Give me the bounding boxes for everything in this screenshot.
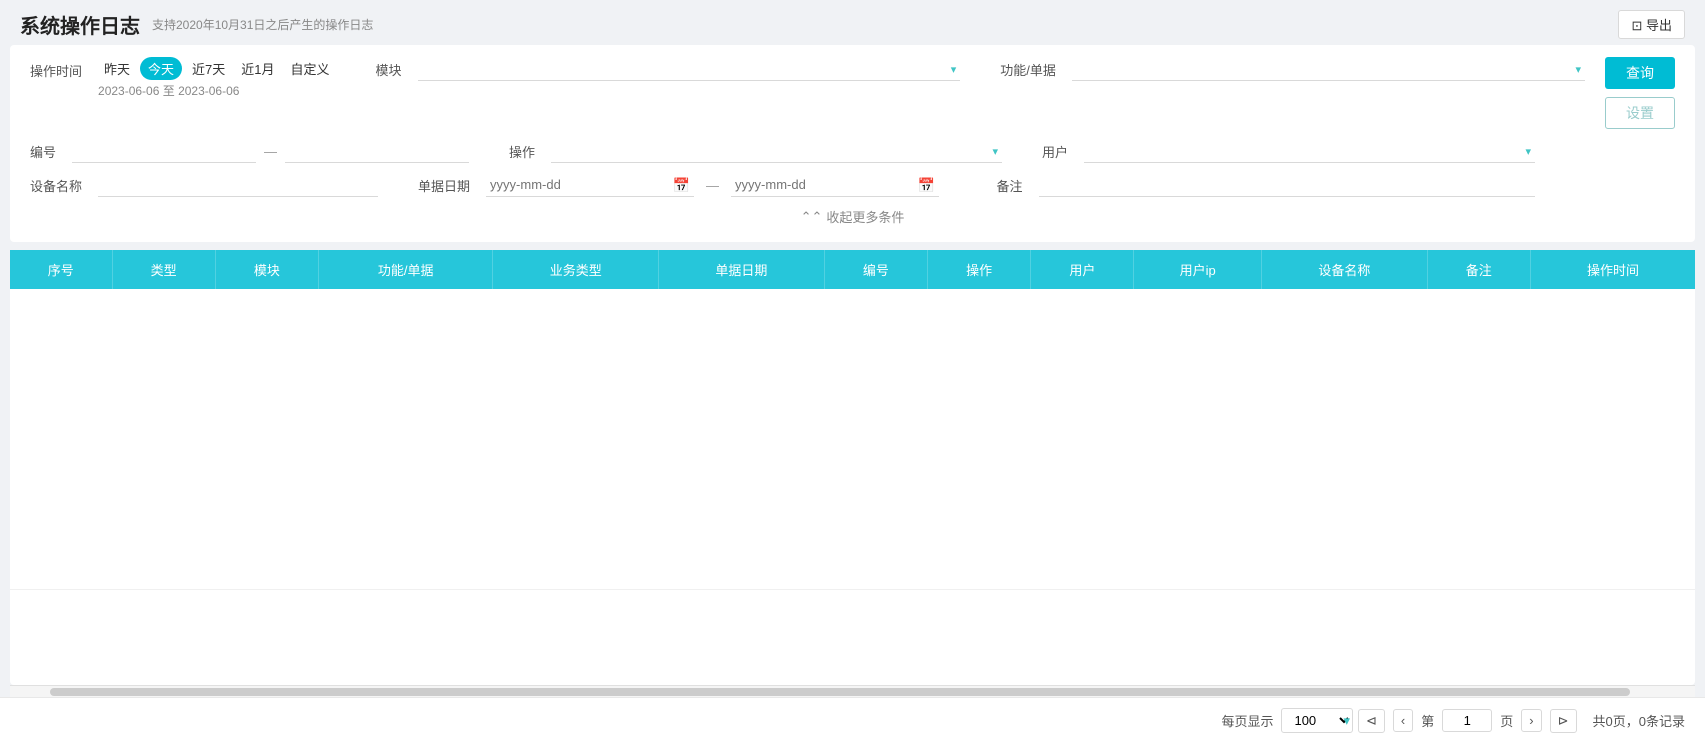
collapse-button[interactable]: ⌃⌃ 收起更多条件 [801, 207, 905, 226]
main-content: 序号 类型 模块 功能/单据 业务类型 单据日期 编号 操作 用户 用户ip 设… [10, 250, 1695, 685]
col-module: 模块 [215, 250, 318, 289]
page-subtitle: 支持2020年10月31日之后产生的操作日志 [152, 16, 373, 33]
filter-panel: 操作时间 昨天 今天 近7天 近1月 自定义 2023-06-06 至 2023… [10, 45, 1695, 242]
time-btn-7days[interactable]: 近7天 [186, 57, 231, 80]
col-function: 功能/单据 [319, 250, 493, 289]
date-from-input[interactable] [486, 173, 694, 197]
col-user-ip: 用户ip [1134, 250, 1262, 289]
empty-cell [10, 289, 1695, 589]
date-label: 单据日期 [418, 176, 478, 195]
time-btn-yesterday[interactable]: 昨天 [98, 57, 136, 80]
prev-page-button[interactable]: ‹ [1393, 709, 1413, 732]
time-btn-custom[interactable]: 自定义 [285, 57, 336, 80]
first-page-button[interactable]: ⊲ [1358, 709, 1385, 733]
operation-select[interactable] [551, 139, 1002, 163]
col-seq: 序号 [10, 250, 112, 289]
settings-button[interactable]: 设置 [1605, 97, 1675, 129]
function-select[interactable] [1072, 57, 1585, 81]
last-page-button[interactable]: ⊳ [1550, 709, 1577, 733]
col-number: 编号 [824, 250, 927, 289]
table-header: 序号 类型 模块 功能/单据 业务类型 单据日期 编号 操作 用户 用户ip 设… [10, 250, 1695, 289]
col-remark: 备注 [1427, 250, 1530, 289]
query-button[interactable]: 查询 [1605, 57, 1675, 89]
user-select[interactable] [1084, 139, 1535, 163]
time-btn-today[interactable]: 今天 [140, 57, 182, 80]
function-label: 功能/单据 [1000, 60, 1064, 79]
per-page-select[interactable]: 50 100 200 500 [1281, 708, 1353, 733]
time-range: 2023-06-06 至 2023-06-06 [98, 82, 336, 99]
empty-row [10, 289, 1695, 589]
collapse-bar: ⌃⌃ 收起更多条件 [30, 201, 1675, 230]
export-button[interactable]: ⊡ 导出 [1618, 10, 1685, 39]
col-operation: 操作 [927, 250, 1030, 289]
col-device: 设备名称 [1261, 250, 1427, 289]
page-title: 系统操作日志 [20, 10, 140, 39]
number-to-input[interactable] [285, 139, 469, 163]
collapse-text: 收起更多条件 [826, 207, 904, 226]
device-label: 设备名称 [30, 176, 90, 195]
remark-input[interactable] [1039, 173, 1535, 197]
number-dash: — [264, 144, 277, 159]
user-label: 用户 [1042, 142, 1076, 161]
module-label: 模块 [376, 60, 410, 79]
remark-label: 备注 [997, 176, 1031, 195]
time-btn-1month[interactable]: 近1月 [235, 57, 280, 80]
time-label: 操作时间 [30, 61, 90, 80]
col-op-time: 操作时间 [1530, 250, 1695, 289]
table-body [10, 289, 1695, 589]
calendar-to-icon[interactable]: 📅 [918, 177, 935, 194]
horizontal-scrollbar[interactable] [10, 685, 1695, 697]
time-btn-group: 昨天 今天 近7天 近1月 自定义 [98, 57, 336, 80]
scroll-thumb[interactable] [50, 688, 1630, 696]
col-doc-date: 单据日期 [659, 250, 825, 289]
number-from-input[interactable] [72, 139, 256, 163]
col-user: 用户 [1031, 250, 1134, 289]
next-page-button[interactable]: › [1521, 709, 1541, 732]
page-number-input[interactable] [1442, 709, 1492, 732]
total-text: 共0页，0条记录 [1593, 711, 1685, 730]
date-to-input[interactable] [731, 173, 939, 197]
col-biz-type: 业务类型 [493, 250, 659, 289]
module-select[interactable] [418, 57, 961, 81]
page-end-label: 页 [1500, 711, 1513, 730]
operation-label: 操作 [509, 142, 543, 161]
data-table: 序号 类型 模块 功能/单据 业务类型 单据日期 编号 操作 用户 用户ip 设… [10, 250, 1695, 590]
date-dash: — [706, 178, 719, 193]
pagination-bar: 每页显示 50 100 200 500 ▾ ⊲ ‹ 第 页 › ⊳ 共0页，0条… [0, 697, 1705, 743]
per-page-label: 每页显示 [1221, 711, 1273, 730]
action-buttons: 查询 设置 [1605, 57, 1675, 129]
collapse-chevron-icon: ⌃⌃ [801, 209, 823, 225]
number-label: 编号 [30, 142, 64, 161]
calendar-from-icon[interactable]: 📅 [673, 177, 690, 194]
col-type: 类型 [112, 250, 215, 289]
page-label: 第 [1421, 711, 1434, 730]
device-input[interactable] [98, 173, 378, 197]
